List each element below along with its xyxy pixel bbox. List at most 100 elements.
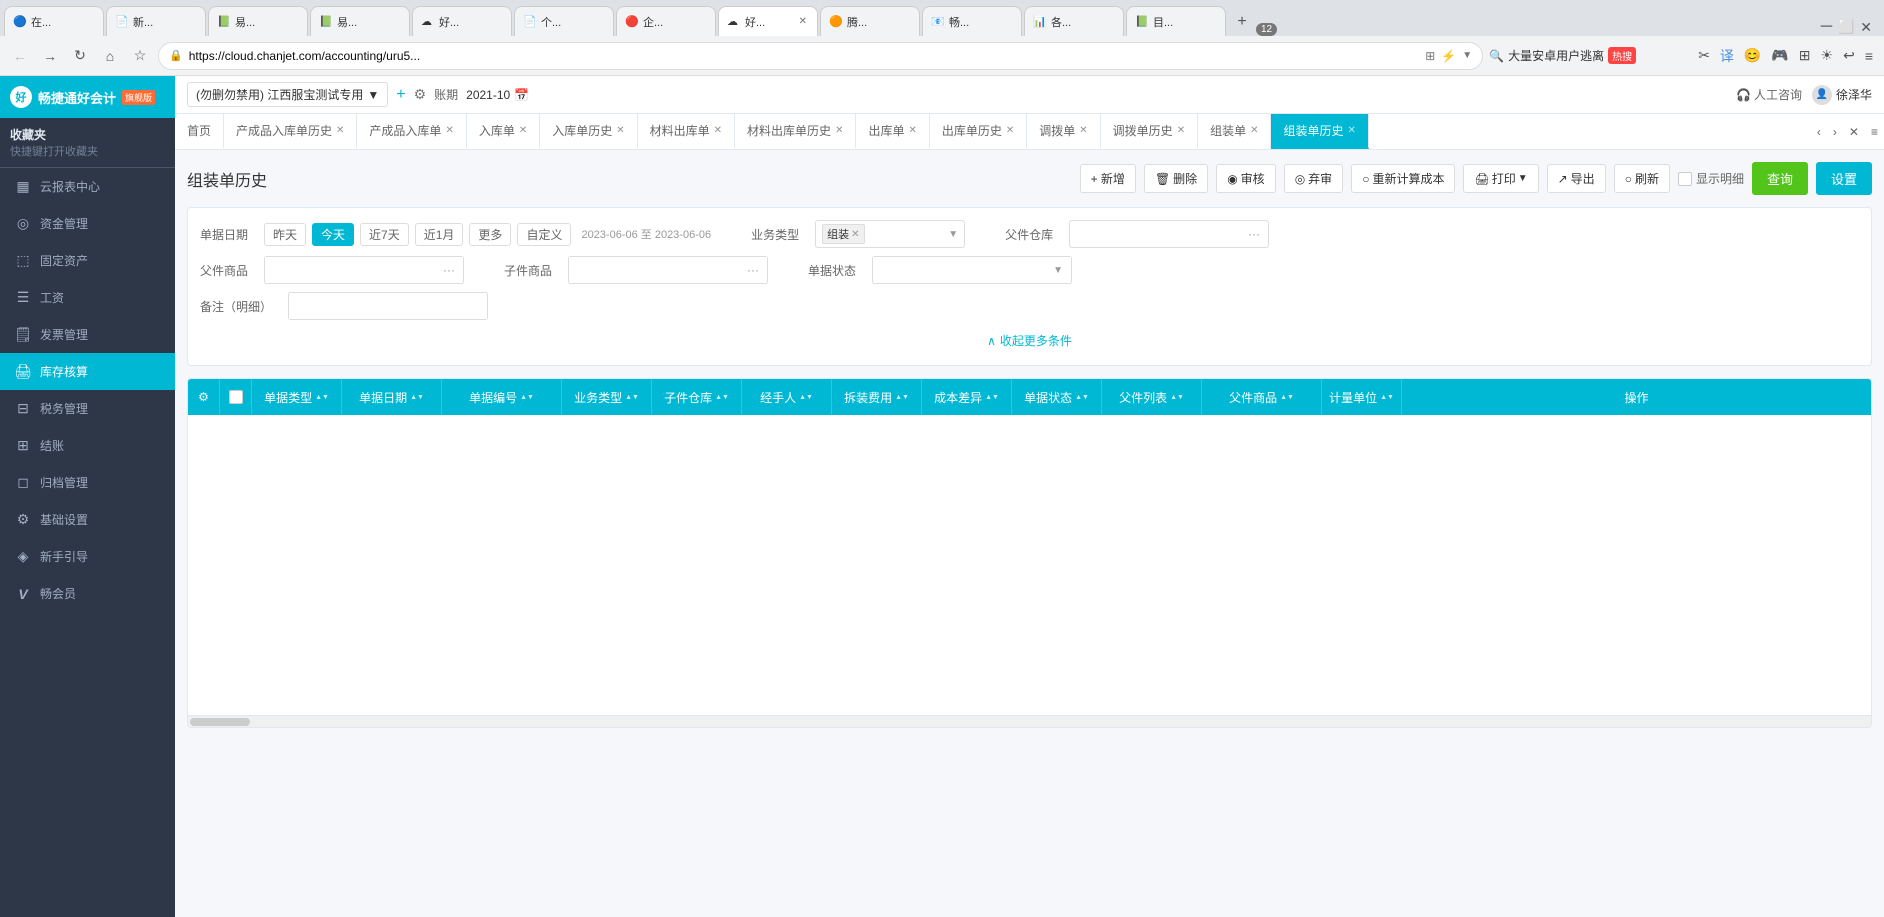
th-warehouse[interactable]: 子件仓库 ▲▼	[652, 379, 742, 415]
page-tab-prod-in[interactable]: 产成品入库单 ✕	[357, 114, 466, 149]
browser-tab-5[interactable]: ☁ 好...	[412, 6, 512, 36]
sort-warehouse[interactable]: ▲▼	[715, 394, 729, 401]
print-button[interactable]: 🖨 打印 ▼	[1463, 164, 1538, 193]
sort-unit[interactable]: ▲▼	[1380, 394, 1394, 401]
browser-tab-7[interactable]: 🔴 企...	[616, 6, 716, 36]
sidebar-item-settings[interactable]: ⚙ 基础设置	[0, 501, 175, 538]
sort-date[interactable]: ▲▼	[410, 394, 424, 401]
service-button[interactable]: 🎧 人工咨询	[1736, 86, 1802, 103]
refresh-action-button[interactable]: ○ 刷新	[1614, 164, 1670, 193]
browser-tab-10[interactable]: 📧 畅...	[922, 6, 1022, 36]
back-button[interactable]: ←	[8, 44, 32, 68]
sidebar-item-member[interactable]: V 畅会员	[0, 575, 175, 612]
abandon-button[interactable]: ◎ 弃审	[1284, 164, 1344, 193]
export-button[interactable]: ↗ 导出	[1547, 164, 1606, 193]
minimize-button[interactable]: ─	[1821, 18, 1832, 36]
th-parent-goods[interactable]: 父件商品 ▲▼	[1202, 379, 1322, 415]
tab-close-material-out-history[interactable]: ✕	[835, 125, 843, 136]
page-tab-prod-in-history[interactable]: 产成品入库单历史 ✕	[224, 114, 357, 149]
grid-icon[interactable]: ⊞	[1796, 44, 1814, 67]
sidebar-item-closing[interactable]: ⊞ 结账	[0, 427, 175, 464]
page-tab-in[interactable]: 入库单 ✕	[467, 114, 540, 149]
page-tab-transfer-history[interactable]: 调拨单历史 ✕	[1101, 114, 1198, 149]
close-window-button[interactable]: ✕	[1860, 19, 1872, 36]
tab-close-transfer-history[interactable]: ✕	[1177, 125, 1185, 136]
maximize-button[interactable]: ⬜	[1838, 19, 1854, 35]
th-date[interactable]: 单据日期 ▲▼	[342, 379, 442, 415]
sort-fee[interactable]: ▲▼	[895, 394, 909, 401]
tab-close-transfer[interactable]: ✕	[1079, 125, 1087, 136]
page-tab-transfer[interactable]: 调拨单 ✕	[1027, 114, 1100, 149]
print-dropdown-icon[interactable]: ▼	[1518, 173, 1528, 184]
page-tab-out-history[interactable]: 出库单历史 ✕	[930, 114, 1027, 149]
search-area[interactable]: 🔍 大量安卓用户逃离 热搜	[1489, 47, 1689, 64]
more-date-button[interactable]: 更多	[469, 223, 511, 246]
browser-tab-1[interactable]: 🔵 在...	[4, 6, 104, 36]
refresh-button[interactable]: ↻	[68, 44, 92, 68]
biz-type-tag-close[interactable]: ✕	[851, 229, 859, 240]
dropdown-icon[interactable]: ▼	[1462, 50, 1472, 61]
th-status[interactable]: 单据状态 ▲▼	[1012, 379, 1102, 415]
translate-icon[interactable]: 译	[1717, 43, 1737, 69]
status-input[interactable]: ▼	[872, 256, 1072, 284]
parent-goods-input[interactable]: ···	[264, 256, 464, 284]
biz-type-dropdown[interactable]: ▼	[948, 229, 958, 240]
page-tab-assembly-history[interactable]: 组装单历史 ✕	[1271, 114, 1368, 149]
select-all-checkbox[interactable]	[229, 390, 243, 404]
th-unit[interactable]: 计量单位 ▲▼	[1322, 379, 1402, 415]
scrollbar-thumb[interactable]	[190, 718, 250, 726]
company-settings-icon[interactable]: ⚙	[414, 86, 427, 103]
display-checkbox[interactable]	[1678, 172, 1692, 186]
display-toggle[interactable]: 显示明细	[1678, 170, 1744, 187]
th-parent-list[interactable]: 父件列表 ▲▼	[1102, 379, 1202, 415]
child-goods-input[interactable]: ···	[568, 256, 768, 284]
page-tab-in-history[interactable]: 入库单历史 ✕	[540, 114, 637, 149]
user-button[interactable]: 👤 徐泽华	[1812, 85, 1872, 105]
company-selector[interactable]: (勿删勿禁用) 江西服宝测试专用 ▼	[187, 82, 388, 107]
sort-parent-goods[interactable]: ▲▼	[1280, 394, 1294, 401]
th-handler[interactable]: 经手人 ▲▼	[742, 379, 832, 415]
page-tab-material-out[interactable]: 材料出库单 ✕	[638, 114, 735, 149]
forward-button[interactable]: →	[38, 44, 62, 68]
sort-num[interactable]: ▲▼	[520, 394, 534, 401]
sort-biz[interactable]: ▲▼	[625, 394, 639, 401]
week-button[interactable]: 近7天	[360, 223, 409, 246]
browser-tab-9[interactable]: 🟠 腾...	[820, 6, 920, 36]
page-tab-home[interactable]: 首页	[175, 114, 224, 149]
add-button[interactable]: + 新增	[1080, 164, 1136, 193]
tab-close-out-history[interactable]: ✕	[1006, 125, 1014, 136]
tab-close-8[interactable]: ✕	[797, 15, 809, 28]
yesterday-button[interactable]: 昨天	[264, 223, 306, 246]
parent-warehouse-input[interactable]: ···	[1069, 220, 1269, 248]
tab-close-prod-in-history[interactable]: ✕	[336, 125, 344, 136]
tab-close-all-button[interactable]: ✕	[1843, 121, 1865, 143]
tab-close-in[interactable]: ✕	[519, 125, 527, 136]
scissors-icon[interactable]: ✂	[1695, 44, 1713, 67]
add-company-button[interactable]: +	[396, 86, 405, 104]
sidebar-item-inventory[interactable]: 🖨 库存核算	[0, 353, 175, 390]
emoji-icon[interactable]: 😊	[1741, 44, 1764, 67]
th-fee[interactable]: 拆装费用 ▲▼	[832, 379, 922, 415]
page-tab-out[interactable]: 出库单 ✕	[856, 114, 929, 149]
browser-tab-12[interactable]: 📗 目...	[1126, 6, 1226, 36]
lightning-icon[interactable]: ⚡	[1441, 49, 1456, 63]
th-checkbox[interactable]	[220, 379, 252, 415]
today-button[interactable]: 今天	[312, 223, 354, 246]
page-tab-material-out-history[interactable]: 材料出库单历史 ✕	[735, 114, 856, 149]
status-dropdown-icon[interactable]: ▼	[1053, 265, 1063, 276]
query-button[interactable]: 查询	[1752, 162, 1808, 195]
tab-close-assembly[interactable]: ✕	[1250, 125, 1258, 136]
menu-icon[interactable]: ≡	[1862, 45, 1876, 67]
collapse-button[interactable]: ∧ 收起更多条件	[200, 328, 1859, 353]
delete-button[interactable]: 🗑 删除	[1144, 164, 1208, 193]
browser-tab-2[interactable]: 📄 新...	[106, 6, 206, 36]
th-type[interactable]: 单据类型 ▲▼	[252, 379, 342, 415]
biz-type-input[interactable]: 组装 ✕ ▼	[815, 220, 965, 248]
game-icon[interactable]: 🎮	[1768, 44, 1791, 67]
sidebar-item-salary[interactable]: ☰ 工资	[0, 279, 175, 316]
browser-tab-3[interactable]: 📗 易...	[208, 6, 308, 36]
sidebar-logo[interactable]: 好 畅捷通好会计 旗舰版	[0, 76, 175, 118]
audit-button[interactable]: ◉ 审核	[1216, 164, 1276, 193]
page-tab-assembly[interactable]: 组装单 ✕	[1198, 114, 1271, 149]
sidebar-item-funds[interactable]: ◎ 资金管理	[0, 205, 175, 242]
